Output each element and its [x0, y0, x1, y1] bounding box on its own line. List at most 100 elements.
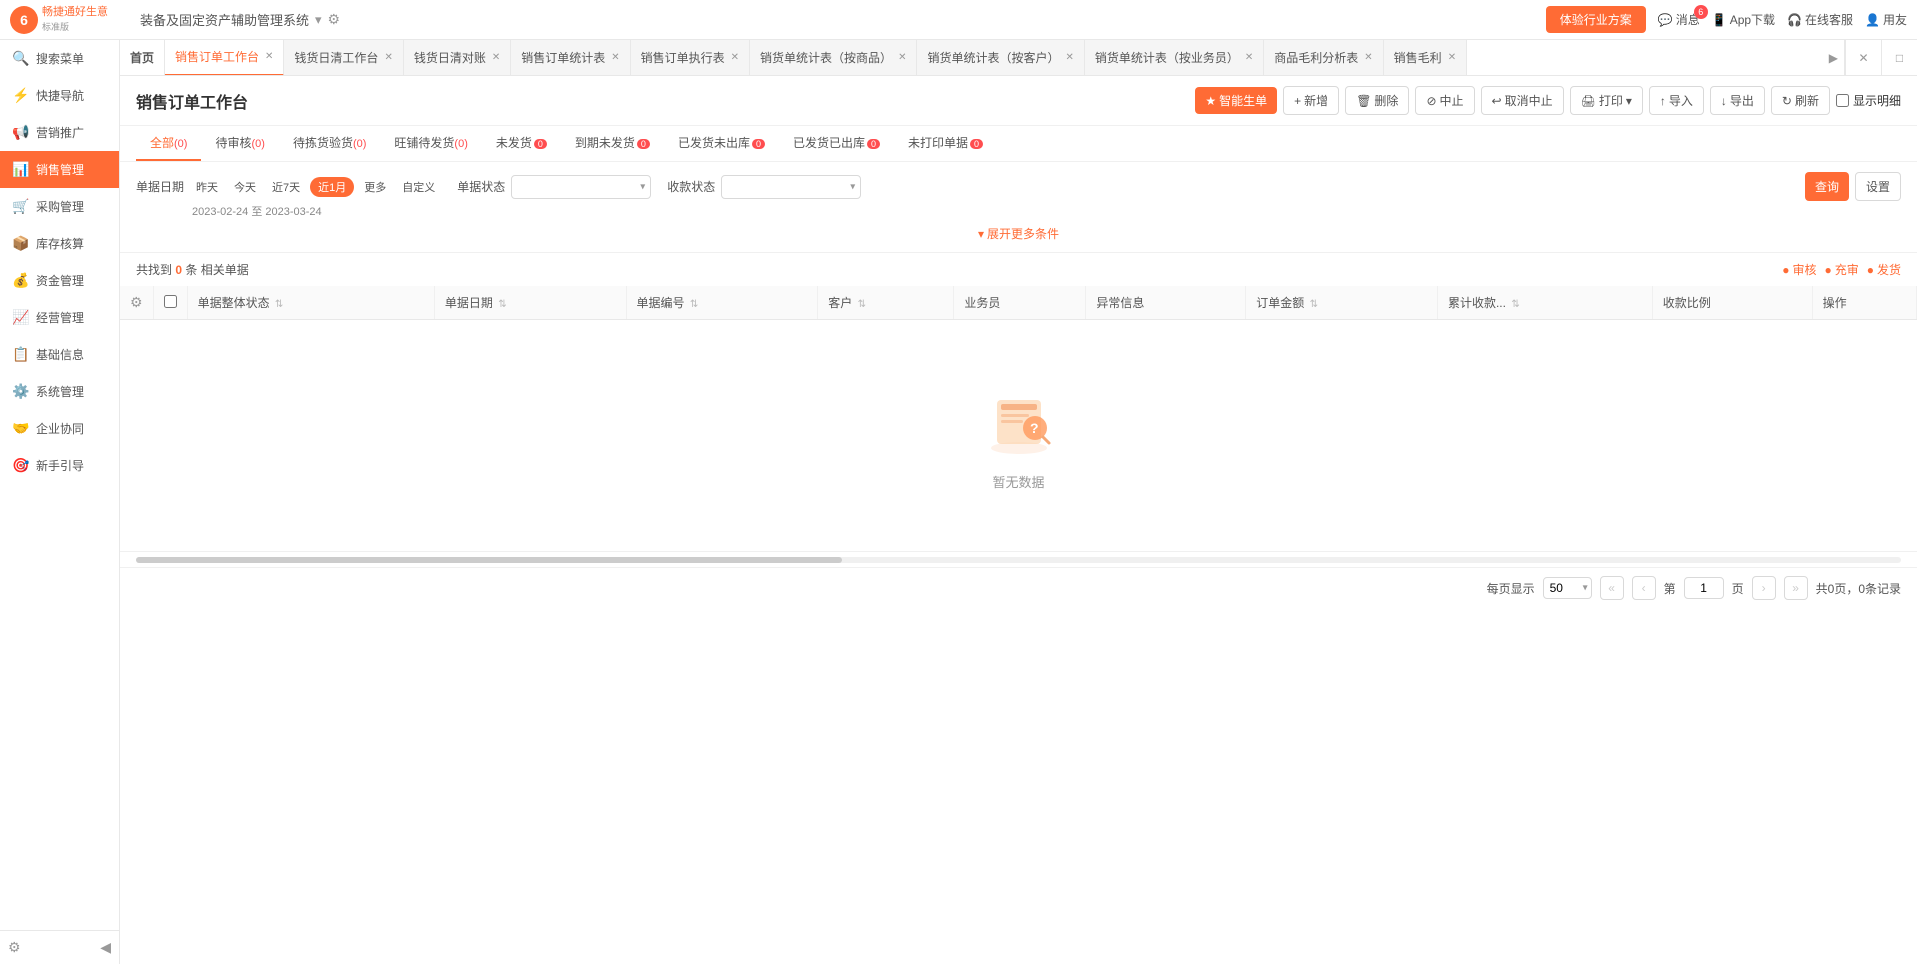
payment-select[interactable]	[721, 175, 861, 199]
tab-product-margin-close[interactable]: ✕	[1364, 52, 1372, 63]
sidebar-item-guide[interactable]: 🎯 新手引导	[0, 447, 119, 484]
show-detail-toggle[interactable]: 显示明细	[1836, 92, 1901, 109]
stop-label: 中止	[1440, 92, 1464, 109]
sidebar-item-system[interactable]: ⚙️ 系统管理	[0, 373, 119, 410]
tab-cash-check-close[interactable]: ✕	[492, 52, 500, 63]
sidebar-item-marketing[interactable]: 📢 营销推广	[0, 114, 119, 151]
tab-sales-by-staff-close[interactable]: ✕	[1245, 52, 1253, 63]
sidebar-item-finance[interactable]: 💰 资金管理	[0, 262, 119, 299]
col-status-sort[interactable]: ⇅	[275, 299, 283, 310]
gear-settings-icon[interactable]: ⚙	[130, 294, 143, 310]
collapse-icon[interactable]: ◀	[100, 939, 111, 956]
sub-tab-not-shipped[interactable]: 未发货0	[482, 126, 561, 161]
tab-maximize[interactable]: □	[1881, 40, 1917, 76]
sub-tab-wangpu[interactable]: 旺铺待发货(0)	[380, 126, 481, 161]
first-page-btn[interactable]: «	[1600, 576, 1624, 600]
user-button[interactable]: 👤 用友	[1865, 11, 1907, 28]
sub-tab-pending-review[interactable]: 待审核(0)	[201, 126, 278, 161]
next-page-btn[interactable]: ›	[1752, 576, 1776, 600]
tab-sales-workbench-close[interactable]: ✕	[265, 51, 273, 62]
count-suffix: 相关单据	[201, 263, 249, 277]
tab-sales-by-product[interactable]: 销货单统计表（按商品） ✕	[750, 40, 917, 76]
col-customer-sort[interactable]: ⇅	[858, 299, 866, 310]
message-icon: 💬	[1658, 13, 1673, 27]
sidebar-item-operations[interactable]: 📈 经营管理	[0, 299, 119, 336]
tab-scroll-right[interactable]: ▶	[1823, 40, 1845, 76]
sidebar-item-quick-nav[interactable]: ⚡ 快捷导航	[0, 77, 119, 114]
add-button[interactable]: + 新增	[1283, 86, 1339, 115]
smart-create-button[interactable]: ★ 智能生单	[1195, 87, 1277, 114]
select-all-checkbox[interactable]	[164, 295, 177, 308]
tab-sales-gross[interactable]: 销售毛利 ✕	[1384, 40, 1467, 76]
import-button[interactable]: ↑ 导入	[1649, 86, 1704, 115]
sub-tab-shipped-not-out[interactable]: 已发货未出库0	[664, 126, 779, 161]
expand-button[interactable]: ▾ 展开更多条件	[978, 225, 1059, 242]
sidebar-item-sales[interactable]: 📊 销售管理	[0, 151, 119, 188]
sidebar-bottom: ⚙ ◀	[0, 930, 119, 964]
online-service-button[interactable]: 🎧 在线客服	[1787, 11, 1853, 28]
tab-cash-daily-close[interactable]: ✕	[384, 52, 392, 63]
tab-sales-stat-close[interactable]: ✕	[611, 52, 619, 63]
col-date-sort[interactable]: ⇅	[498, 299, 506, 310]
sub-tab-shipped-out[interactable]: 已发货已出库0	[779, 126, 894, 161]
date-more[interactable]: 更多	[358, 177, 392, 197]
date-yesterday[interactable]: 昨天	[190, 177, 224, 197]
col-number-sort[interactable]: ⇅	[690, 299, 698, 310]
page-size-select[interactable]: 50 100 200	[1543, 577, 1592, 599]
export-button[interactable]: ↓ 导出	[1710, 86, 1765, 115]
col-collected-sort[interactable]: ⇅	[1511, 299, 1519, 310]
last-page-btn[interactable]: »	[1784, 576, 1808, 600]
sidebar-label-basic-info: 基础信息	[36, 346, 84, 363]
print-button[interactable]: 🖨 打印 ▾	[1570, 86, 1643, 115]
dropdown-icon[interactable]: ▾	[315, 12, 322, 28]
settings-button[interactable]: 设置	[1855, 172, 1901, 201]
tab-close-all[interactable]: ✕	[1845, 40, 1881, 76]
page-number-input[interactable]	[1684, 577, 1724, 599]
tab-cash-daily[interactable]: 钱货日清工作台 ✕	[284, 40, 403, 76]
sidebar-item-enterprise[interactable]: 🤝 企业协同	[0, 410, 119, 447]
sub-tab-all[interactable]: 全部(0)	[136, 126, 201, 161]
date-custom[interactable]: 自定义	[396, 177, 441, 197]
ship-button[interactable]: ● 发货	[1867, 261, 1901, 278]
tab-sales-exec[interactable]: 销售订单执行表 ✕	[631, 40, 750, 76]
tab-sales-exec-close[interactable]: ✕	[731, 52, 739, 63]
tab-sales-by-customer-close[interactable]: ✕	[1065, 52, 1073, 63]
settings-bottom-icon[interactable]: ⚙	[8, 939, 21, 956]
tab-sales-stat[interactable]: 销售订单统计表 ✕	[511, 40, 630, 76]
sub-tab-not-printed[interactable]: 未打印单据0	[894, 126, 997, 161]
horizontal-scroll[interactable]	[120, 551, 1917, 567]
tab-product-margin[interactable]: 商品毛利分析表 ✕	[1264, 40, 1383, 76]
sub-tab-pending-inspect[interactable]: 待拣货验货(0)	[279, 126, 380, 161]
stop-button[interactable]: ⊘ 中止	[1415, 86, 1474, 115]
tab-home[interactable]: 首页	[120, 40, 165, 76]
status-select[interactable]	[511, 175, 651, 199]
sub-tab-overdue[interactable]: 到期未发货0	[561, 126, 664, 161]
audit-button[interactable]: ● 审核	[1782, 261, 1816, 278]
message-button[interactable]: 💬 消息 6	[1658, 11, 1700, 28]
show-detail-checkbox[interactable]	[1836, 94, 1849, 107]
app-download-button[interactable]: 📱 App下载	[1712, 11, 1775, 28]
trial-button[interactable]: 体验行业方案	[1546, 6, 1646, 33]
tab-sales-by-staff[interactable]: 销货单统计表（按业务员） ✕	[1085, 40, 1264, 76]
sidebar-item-purchase[interactable]: 🛒 采购管理	[0, 188, 119, 225]
tab-sales-by-product-close[interactable]: ✕	[898, 52, 906, 63]
col-amount-sort[interactable]: ⇅	[1310, 299, 1318, 310]
tab-cash-check[interactable]: 钱货日清对账 ✕	[404, 40, 511, 76]
date-today[interactable]: 今天	[228, 177, 262, 197]
refresh-button[interactable]: ↻ 刷新	[1771, 86, 1830, 115]
tab-sales-workbench[interactable]: 销售订单工作台 ✕	[165, 40, 284, 76]
sidebar-item-basic-info[interactable]: 📋 基础信息	[0, 336, 119, 373]
query-button[interactable]: 查询	[1805, 172, 1849, 201]
date-7days[interactable]: 近7天	[266, 177, 306, 197]
tab-sales-gross-close[interactable]: ✕	[1448, 52, 1456, 63]
scroll-thumb[interactable]	[136, 557, 842, 563]
revoke-button[interactable]: ● 充审	[1824, 261, 1858, 278]
settings-icon[interactable]: ⚙	[328, 11, 341, 28]
prev-page-btn[interactable]: ‹	[1632, 576, 1656, 600]
date-1month[interactable]: 近1月	[310, 177, 354, 197]
sidebar-item-inventory[interactable]: 📦 库存核算	[0, 225, 119, 262]
delete-button[interactable]: 🗑 删除	[1345, 86, 1409, 115]
tab-sales-by-customer[interactable]: 销货单统计表（按客户） ✕	[917, 40, 1084, 76]
sidebar-item-search[interactable]: 🔍 搜索菜单	[0, 40, 119, 77]
cancel-stop-button[interactable]: ↩ 取消中止	[1481, 86, 1564, 115]
